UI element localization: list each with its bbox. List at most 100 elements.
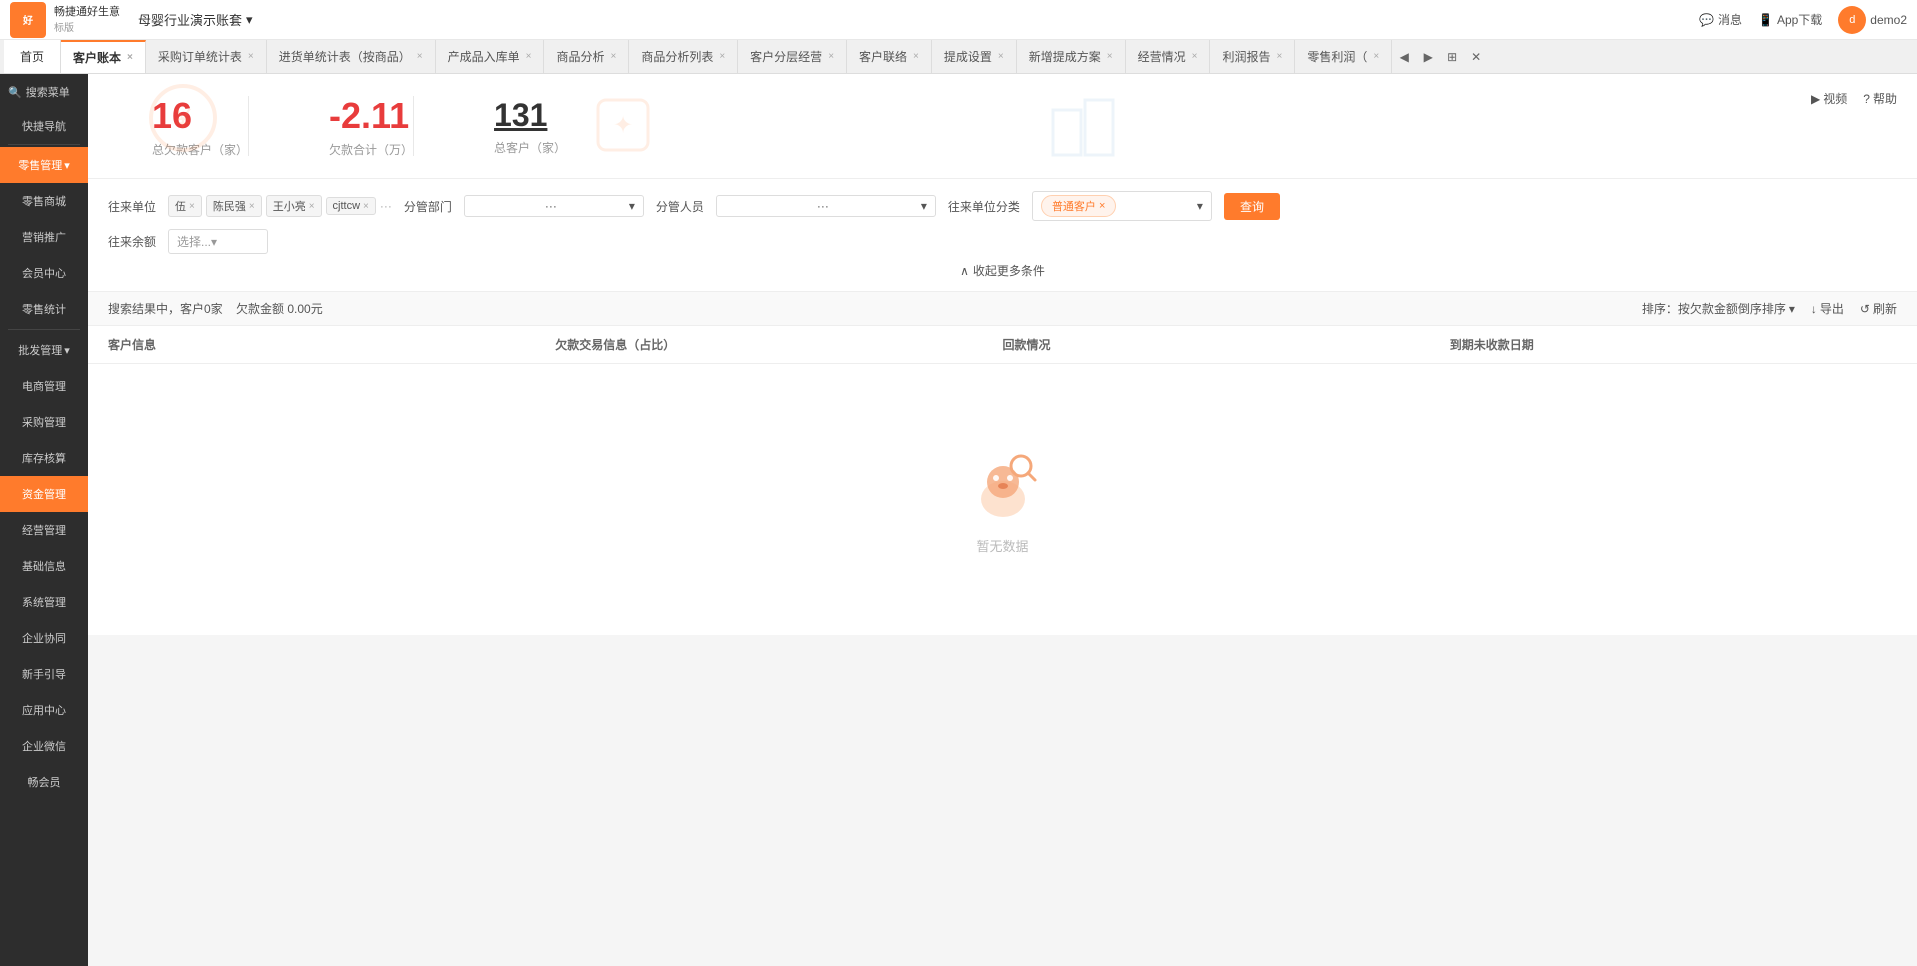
tag-close-wang[interactable]: ×	[309, 201, 315, 212]
help-btn[interactable]: ? 帮助	[1863, 90, 1897, 107]
app-download-btn[interactable]: 📱 App下载	[1758, 11, 1822, 28]
sort-select[interactable]: 排序：按欠款金额倒序排序 ▾	[1642, 300, 1795, 317]
category-filter-label: 往来单位分类	[948, 198, 1020, 215]
logo-name: 畅捷通好生意	[54, 5, 120, 19]
sidebar-nav-label: 快捷导航	[22, 121, 66, 133]
collapse-label: 收起更多条件	[973, 262, 1045, 279]
export-label: 导出	[1820, 300, 1844, 317]
table-header: 客户信息 欠款交易信息（占比） 回款情况 到期未收款日期	[88, 326, 1917, 364]
sidebar-item-retail-mgmt[interactable]: 零售管理 ▾	[0, 147, 88, 183]
dept-select[interactable]: ··· ▾	[464, 195, 644, 217]
sidebar-item-member[interactable]: 畅会员	[0, 764, 88, 800]
tab-customer-segment[interactable]: 客户分层经营 ×	[738, 40, 847, 74]
query-button[interactable]: 查询	[1224, 193, 1280, 220]
sidebar-item-finance[interactable]: 资金管理	[0, 476, 88, 512]
svg-text:✦: ✦	[613, 112, 633, 139]
sidebar-item-ecommerce[interactable]: 电商管理	[0, 368, 88, 404]
tag-close-wu[interactable]: ×	[189, 201, 195, 212]
tab-close-icon[interactable]: ×	[127, 52, 133, 63]
tab-close-all[interactable]: ✕	[1464, 40, 1488, 74]
sidebar-search-label: 搜索菜单	[26, 84, 70, 100]
tab-cost-incoming[interactable]: 产成品入库单 ×	[436, 40, 545, 74]
sidebar-item-enterprise-coop[interactable]: 企业协同	[0, 620, 88, 656]
sidebar-item-batch-mgmt[interactable]: 批发管理 ▾	[0, 332, 88, 368]
tab-customer-contact[interactable]: 客户联络 ×	[847, 40, 932, 74]
tab-profit-report[interactable]: 利润报告 ×	[1210, 40, 1295, 74]
message-icon: 💬	[1699, 13, 1714, 27]
user-menu[interactable]: d demo2	[1838, 6, 1907, 34]
tab-incoming-stats[interactable]: 进货单统计表（按商品） ×	[267, 40, 436, 74]
refresh-icon: ↺	[1860, 302, 1870, 316]
unit-tag-wu: 伍 ×	[168, 195, 202, 217]
sidebar-item-retail-mall[interactable]: 零售商城	[0, 183, 88, 219]
play-icon: ▶	[1811, 92, 1820, 106]
person-select[interactable]: ··· ▾	[716, 195, 936, 217]
sidebar-item-operation[interactable]: 经营管理	[0, 512, 88, 548]
col-overdue-date: 到期未收款日期	[1450, 336, 1897, 353]
col-header-text: 客户信息	[108, 338, 156, 352]
sidebar-item-purchase[interactable]: 采购管理	[0, 404, 88, 440]
tab-mention-settings[interactable]: 提成设置 ×	[932, 40, 1017, 74]
home-tab-label: 首页	[20, 48, 44, 65]
category-tag-close[interactable]: ×	[1099, 200, 1105, 212]
sidebar-item-new-guide[interactable]: 新手引导	[0, 656, 88, 692]
sidebar-item-member-center[interactable]: 会员中心	[0, 255, 88, 291]
tag-close-cjttcw[interactable]: ×	[363, 201, 369, 212]
sidebar-item-search[interactable]: 🔍 搜索菜单	[0, 74, 88, 110]
tab-expand[interactable]: ⊞	[1440, 40, 1464, 74]
sidebar-item-inventory[interactable]: 库存核算	[0, 440, 88, 476]
stat-bg-icon-1: ¥	[148, 83, 218, 169]
tab-customer-book[interactable]: 客户账本 ×	[61, 40, 146, 74]
tab-product-analysis-list[interactable]: 商品分析列表 ×	[629, 40, 738, 74]
sidebar-item-label: 基础信息	[22, 561, 66, 573]
unit-tag-cjttcw: cjttcw ×	[326, 197, 376, 215]
sidebar-item-system[interactable]: 系统管理	[0, 584, 88, 620]
tab-close-icon[interactable]: ×	[913, 51, 919, 62]
tab-business-status[interactable]: 经营情况 ×	[1126, 40, 1211, 74]
sidebar-item-retail-stats[interactable]: 零售统计	[0, 291, 88, 327]
tab-nav-right[interactable]: ▶	[1416, 40, 1440, 74]
tag-close-chen[interactable]: ×	[249, 201, 255, 212]
tab-new-mention[interactable]: 新增提成方案 ×	[1017, 40, 1126, 74]
tab-close-icon[interactable]: ×	[719, 51, 725, 62]
category-dropdown-icon: ▾	[1197, 199, 1203, 213]
export-button[interactable]: ↓ 导出	[1811, 300, 1844, 317]
user-initial: d	[1849, 14, 1855, 26]
sidebar-item-app-center[interactable]: 应用中心	[0, 692, 88, 728]
person-dropdown-icon: ▾	[921, 199, 927, 213]
stat-block-3: 131 总客户（家）	[494, 96, 566, 155]
amount-result-text: 欠款金额 0.00元	[236, 302, 323, 316]
tab-close-icon[interactable]: ×	[248, 51, 254, 62]
filter-more-icon[interactable]: ···	[380, 199, 392, 213]
sidebar-item-marketing[interactable]: 营销推广	[0, 219, 88, 255]
tab-close-icon[interactable]: ×	[1276, 51, 1282, 62]
video-btn[interactable]: ▶ 视频	[1811, 90, 1847, 107]
tab-close-icon[interactable]: ×	[1192, 51, 1198, 62]
tab-retail-profit[interactable]: 零售利润（ ×	[1295, 40, 1392, 74]
tab-close-icon[interactable]: ×	[1373, 51, 1379, 62]
empty-state: 暂无数据	[88, 364, 1917, 635]
sidebar-divider	[8, 144, 80, 145]
collapse-icon: ∧	[960, 264, 969, 278]
sidebar-item-label: 营销推广	[22, 232, 66, 244]
tab-close-icon[interactable]: ×	[526, 51, 532, 62]
store-selector[interactable]: 母婴行业演示账套 ▾	[138, 10, 253, 29]
messages-btn[interactable]: 💬 消息	[1699, 11, 1742, 28]
sidebar-item-basic-info[interactable]: 基础信息	[0, 548, 88, 584]
category-select[interactable]: 普通客户 × ▾	[1032, 191, 1212, 221]
tab-close-icon[interactable]: ×	[610, 51, 616, 62]
collapse-button[interactable]: ∧ 收起更多条件	[108, 262, 1897, 279]
tab-close-icon[interactable]: ×	[1107, 51, 1113, 62]
sidebar-item-enterprise-wx[interactable]: 企业微信	[0, 728, 88, 764]
tab-label: 商品分析列表	[641, 48, 713, 65]
refresh-button[interactable]: ↺ 刷新	[1860, 300, 1897, 317]
tab-product-analysis[interactable]: 商品分析 ×	[544, 40, 629, 74]
sidebar-item-quick-nav[interactable]: 快捷导航	[0, 110, 88, 142]
tab-purchase-order[interactable]: 采购订单统计表 ×	[146, 40, 267, 74]
tab-close-icon[interactable]: ×	[417, 51, 423, 62]
tab-home[interactable]: 首页	[4, 40, 61, 74]
tab-nav-left[interactable]: ◀	[1392, 40, 1416, 74]
tab-close-icon[interactable]: ×	[998, 51, 1004, 62]
tab-close-icon[interactable]: ×	[828, 51, 834, 62]
amount-select[interactable]: 选择... ▾	[168, 229, 268, 254]
